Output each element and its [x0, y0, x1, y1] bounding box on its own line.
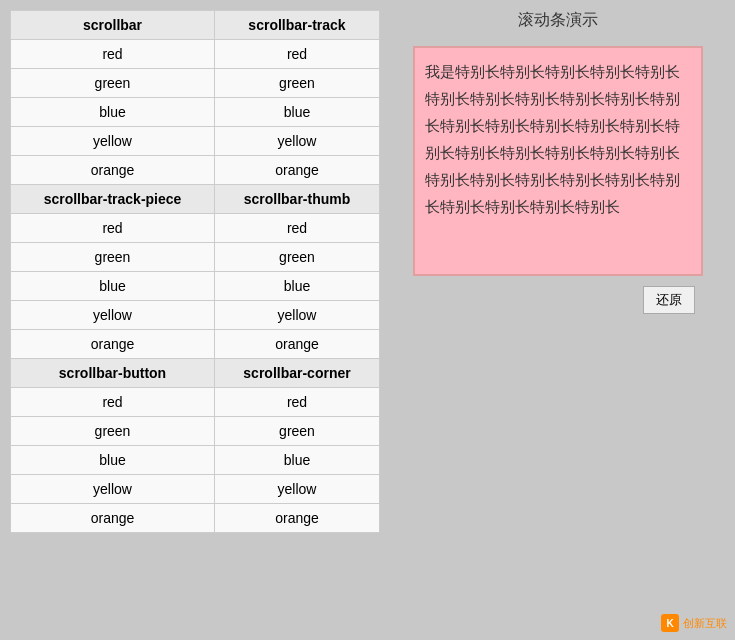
cell-red-1: red: [11, 40, 215, 69]
cell-green-5: green: [11, 417, 215, 446]
right-section: 滚动条演示 我是特别长特别长特别长特别长特别长特别长特别长特别长特别长特别长特别…: [390, 10, 725, 533]
cell-orange-6: orange: [215, 504, 380, 533]
col6-header: scrollbar-corner: [215, 359, 380, 388]
cell-orange-4: orange: [215, 330, 380, 359]
col3-header: scrollbar-track-piece: [11, 185, 215, 214]
cell-red-6: red: [215, 388, 380, 417]
cell-yellow-3: yellow: [11, 301, 215, 330]
cell-yellow-5: yellow: [11, 475, 215, 504]
table-row: blue blue: [11, 272, 380, 301]
cell-red-4: red: [215, 214, 380, 243]
cell-red-2: red: [215, 40, 380, 69]
cell-green-4: green: [215, 243, 380, 272]
cell-blue-3: blue: [11, 272, 215, 301]
cell-orange-2: orange: [215, 156, 380, 185]
cell-green-6: green: [215, 417, 380, 446]
cell-orange-1: orange: [11, 156, 215, 185]
table-row: orange orange: [11, 156, 380, 185]
col2-header: scrollbar-track: [215, 11, 380, 40]
cell-blue-4: blue: [215, 272, 380, 301]
scrollbar-table: scrollbar scrollbar-track red red green …: [10, 10, 380, 533]
table-row: yellow yellow: [11, 475, 380, 504]
logo-icon: K: [661, 614, 679, 632]
table-row: blue blue: [11, 446, 380, 475]
cell-yellow-6: yellow: [215, 475, 380, 504]
cell-red-3: red: [11, 214, 215, 243]
cell-blue-6: blue: [215, 446, 380, 475]
cell-orange-5: orange: [11, 504, 215, 533]
table-row: yellow yellow: [11, 301, 380, 330]
demo-title: 滚动条演示: [518, 10, 598, 31]
cell-green-2: green: [215, 69, 380, 98]
cell-green-3: green: [11, 243, 215, 272]
table-row: green green: [11, 243, 380, 272]
col5-header: scrollbar-button: [11, 359, 215, 388]
cell-blue-5: blue: [11, 446, 215, 475]
cell-green-1: green: [11, 69, 215, 98]
cell-yellow-4: yellow: [215, 301, 380, 330]
col1-header: scrollbar: [11, 11, 215, 40]
table-row: green green: [11, 69, 380, 98]
cell-blue-2: blue: [215, 98, 380, 127]
table-row: orange orange: [11, 330, 380, 359]
logo-area: K 创新互联: [661, 614, 727, 632]
table-section: scrollbar scrollbar-track red red green …: [10, 10, 380, 533]
main-container: scrollbar scrollbar-track red red green …: [10, 10, 725, 533]
col4-header: scrollbar-thumb: [215, 185, 380, 214]
scroll-demo-box[interactable]: 我是特别长特别长特别长特别长特别长特别长特别长特别长特别长特别长特别长特别长特别…: [413, 46, 703, 276]
table-row: green green: [11, 417, 380, 446]
cell-blue-1: blue: [11, 98, 215, 127]
table-row: orange orange: [11, 504, 380, 533]
cell-orange-3: orange: [11, 330, 215, 359]
table-row: red red: [11, 388, 380, 417]
table-row: red red: [11, 40, 380, 69]
cell-yellow-1: yellow: [11, 127, 215, 156]
table-row: yellow yellow: [11, 127, 380, 156]
table-row: red red: [11, 214, 380, 243]
cell-yellow-2: yellow: [215, 127, 380, 156]
logo-text: 创新互联: [683, 616, 727, 631]
cell-red-5: red: [11, 388, 215, 417]
table-row: blue blue: [11, 98, 380, 127]
restore-button[interactable]: 还原: [643, 286, 695, 314]
